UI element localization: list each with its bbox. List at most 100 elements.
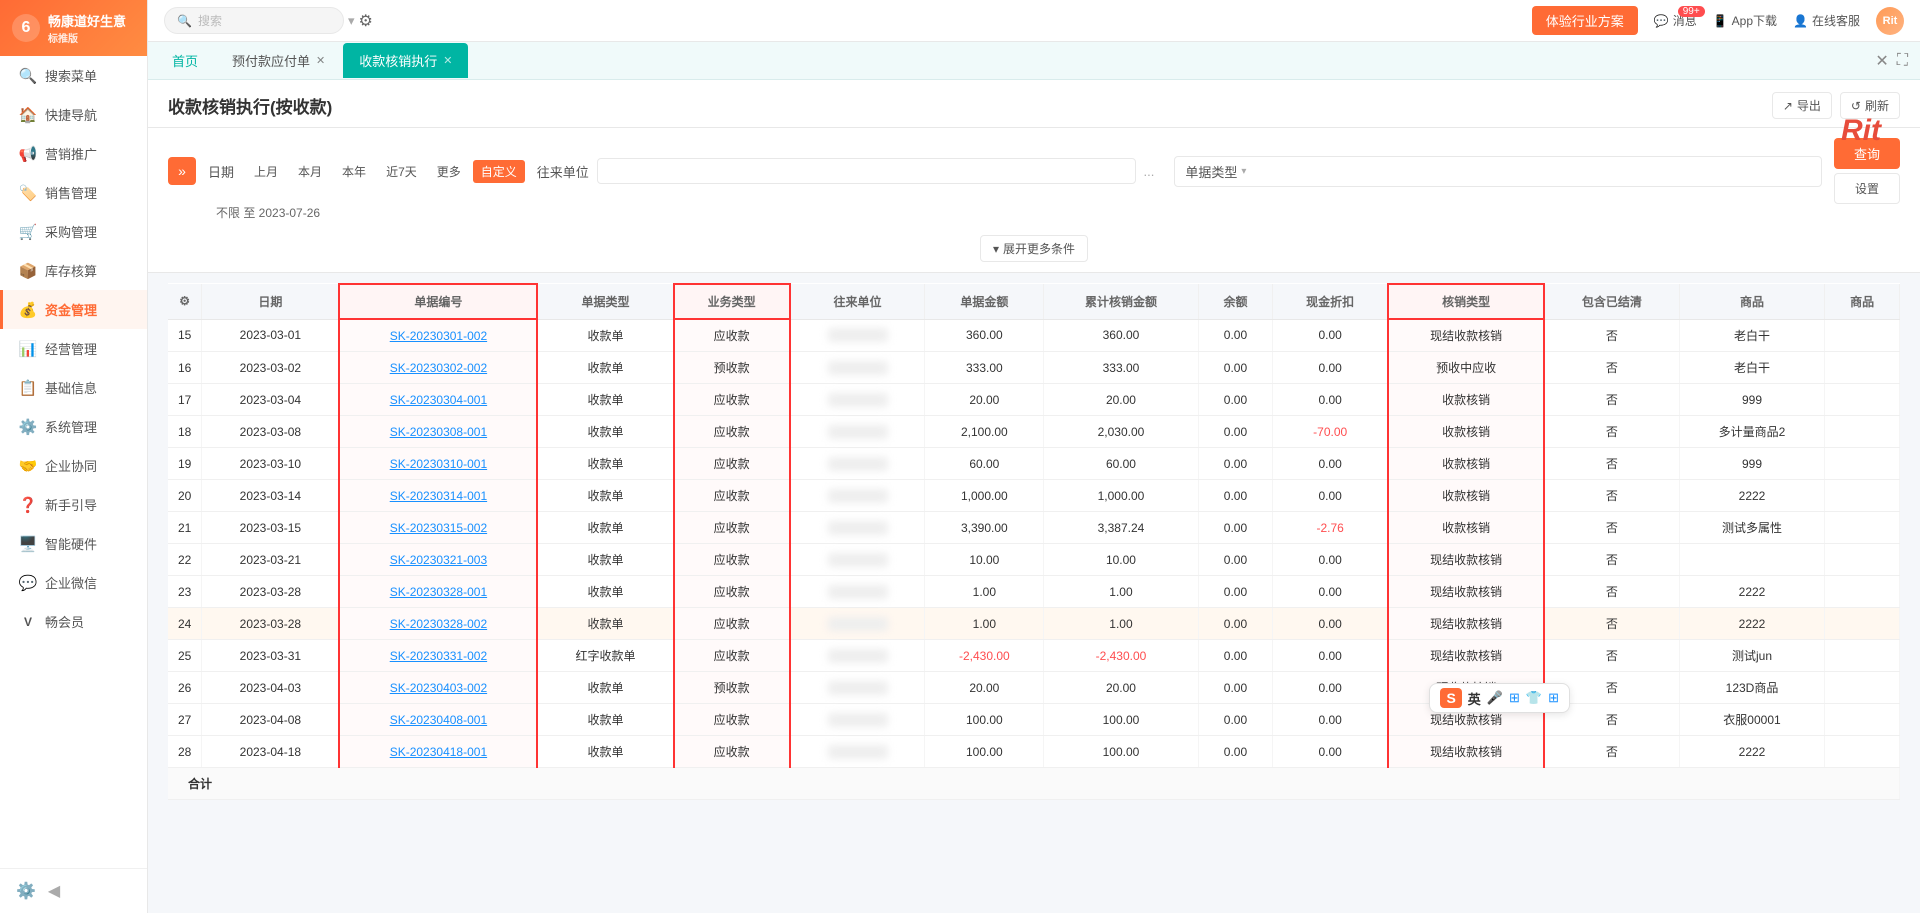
table-row: 18 2023-03-08 SK-20230308-001 收款单 应收款 ██… [168, 416, 1900, 448]
sidebar-item-label: 资金管理 [45, 300, 97, 319]
sidebar-item-basic[interactable]: 📋 基础信息 [0, 368, 147, 407]
sidebar-item-guide[interactable]: ❓ 新手引导 [0, 485, 147, 524]
cell-bill-type: 收款单 [537, 319, 673, 352]
sidebar-item-member[interactable]: V 畅会员 [0, 602, 147, 641]
bill-no-link[interactable]: SK-20230315-002 [390, 521, 487, 535]
collection-tab-close[interactable]: ✕ [443, 54, 452, 67]
cell-bill-type: 收款单 [537, 704, 673, 736]
date-this-month[interactable]: 本月 [290, 160, 330, 183]
settings-bottom-icon[interactable]: ⚙️ [16, 881, 36, 901]
date-7days[interactable]: 近7天 [378, 160, 425, 183]
cell-amount: 1,000.00 [925, 480, 1044, 512]
cell-partner: ██████ [790, 672, 925, 704]
bill-no-link[interactable]: SK-20230403-002 [390, 681, 487, 695]
purchase-icon: 🛒 [19, 223, 37, 241]
table-row: 28 2023-04-18 SK-20230418-001 收款单 应收款 ██… [168, 736, 1900, 768]
solution-button[interactable]: 体验行业方案 [1532, 6, 1638, 35]
sidebar-item-shortcuts[interactable]: 🏠 快捷导航 [0, 95, 147, 134]
date-last-month[interactable]: 上月 [246, 160, 286, 183]
sidebar-item-enterprise[interactable]: 🤝 企业协同 [0, 446, 147, 485]
bill-no-link[interactable]: SK-20230408-001 [390, 713, 487, 727]
cell-include-settled: 否 [1544, 576, 1679, 608]
cell-date: 2023-03-01 [202, 319, 340, 352]
filter-row: » 日期 上月 本月 本年 近7天 更多 自定义 往来单位 ... 单 [168, 138, 1900, 204]
table-wrap[interactable]: ⚙ 日期 单据编号 单据类型 业务类型 往来单位 单据金额 累计核销金额 余额 … [148, 273, 1920, 913]
bill-no-link[interactable]: SK-20230418-001 [390, 745, 487, 759]
sidebar-item-hardware[interactable]: 🖥️ 智能硬件 [0, 524, 147, 563]
bill-no-link[interactable]: SK-20230301-002 [390, 329, 487, 343]
table-footer: 合计 [168, 768, 1900, 800]
prepayment-tab-close[interactable]: ✕ [316, 54, 325, 67]
bill-no-link[interactable]: SK-20230331-002 [390, 649, 487, 663]
sidebar-bottom: ⚙️ ◀ [0, 868, 147, 913]
tabbar-close-icon[interactable]: ✕ [1871, 47, 1892, 75]
online-service-button[interactable]: 👤 在线客服 [1793, 12, 1860, 29]
enterprise-icon: 🤝 [19, 457, 37, 475]
cell-cancel-amount: -2,430.00 [1044, 640, 1198, 672]
bill-no-link[interactable]: SK-20230308-001 [390, 425, 487, 439]
bill-no-link[interactable]: SK-20230302-002 [390, 361, 487, 375]
col-settings-icon[interactable]: ⚙ [179, 294, 190, 308]
date-custom[interactable]: 自定义 [473, 160, 525, 183]
cell-bill-no: SK-20230321-003 [339, 544, 537, 576]
sidebar-item-marketing[interactable]: 📢 营销推广 [0, 134, 147, 173]
cell-bill-no: SK-20230408-001 [339, 704, 537, 736]
tab-prepayment[interactable]: 预付款应付单 ✕ [216, 43, 341, 78]
bill-no-link[interactable]: SK-20230328-002 [390, 617, 487, 631]
brand-mic-icon: 🎤 [1487, 690, 1503, 706]
bill-type-filter[interactable]: 单据类型 ▾ [1174, 156, 1822, 187]
user-avatar[interactable]: Rit [1876, 7, 1904, 35]
bill-no-link[interactable]: SK-20230328-001 [390, 585, 487, 599]
cell-cash-discount: -2.76 [1273, 512, 1388, 544]
sidebar-item-operations[interactable]: 📊 经营管理 [0, 329, 147, 368]
sidebar-item-search[interactable]: 🔍 搜索菜单 [0, 56, 147, 95]
filter-bar: » 日期 上月 本月 本年 近7天 更多 自定义 往来单位 ... 单 [148, 128, 1920, 273]
cell-product2 [1825, 448, 1900, 480]
date-more[interactable]: 更多 [429, 160, 469, 183]
app-download-button[interactable]: 📱 App下载 [1713, 12, 1777, 29]
sidebar-item-wechat[interactable]: 💬 企业微信 [0, 563, 147, 602]
table-row: 16 2023-03-02 SK-20230302-002 收款单 预收款 ██… [168, 352, 1900, 384]
tab-collection[interactable]: 收款核销执行 ✕ [343, 43, 468, 78]
cell-bill-no: SK-20230304-001 [339, 384, 537, 416]
date-this-year[interactable]: 本年 [334, 160, 374, 183]
tab-home[interactable]: 首页 [156, 43, 214, 78]
bill-no-link[interactable]: SK-20230310-001 [390, 457, 487, 471]
sidebar-item-inventory[interactable]: 📦 库存核算 [0, 251, 147, 290]
partner-input[interactable] [597, 158, 1136, 184]
sidebar-item-purchase[interactable]: 🛒 采购管理 [0, 212, 147, 251]
bill-no-link[interactable]: SK-20230304-001 [390, 393, 487, 407]
sidebar-item-system[interactable]: ⚙️ 系统管理 [0, 407, 147, 446]
search-box[interactable]: 🔍 搜索 [164, 7, 344, 34]
tabbar: 首页 预付款应付单 ✕ 收款核销执行 ✕ ✕ ⛶ [148, 42, 1920, 80]
date-range-display: 不限 至 2023-07-26 [216, 204, 1900, 221]
sidebar-item-finance[interactable]: 💰 资金管理 [0, 290, 147, 329]
cell-include-settled: 否 [1544, 640, 1679, 672]
cell-include-settled: 否 [1544, 384, 1679, 416]
data-table: ⚙ 日期 单据编号 单据类型 业务类型 往来单位 单据金额 累计核销金额 余额 … [168, 283, 1900, 800]
cell-bill-no: SK-20230331-002 [339, 640, 537, 672]
sidebar-item-sales[interactable]: 🏷️ 销售管理 [0, 173, 147, 212]
table-row: 20 2023-03-14 SK-20230314-001 收款单 应收款 ██… [168, 480, 1900, 512]
th-balance: 余额 [1198, 284, 1273, 319]
expand-more-button[interactable]: ▾ 展开更多条件 [980, 235, 1088, 262]
cell-product: 999 [1679, 448, 1824, 480]
tabbar-expand-icon[interactable]: ⛶ [1893, 48, 1912, 74]
gear-icon[interactable]: ⚙ [359, 11, 373, 31]
cell-bill-no: SK-20230301-002 [339, 319, 537, 352]
bill-no-link[interactable]: SK-20230321-003 [390, 553, 487, 567]
settings-button[interactable]: 设置 [1834, 173, 1900, 204]
collapse-icon[interactable]: ◀ [48, 881, 60, 901]
table-row: 15 2023-03-01 SK-20230301-002 收款单 应收款 ██… [168, 319, 1900, 352]
cell-balance: 0.00 [1198, 672, 1273, 704]
bill-no-link[interactable]: SK-20230314-001 [390, 489, 487, 503]
cell-amount: -2,430.00 [925, 640, 1044, 672]
cell-product: 2222 [1679, 576, 1824, 608]
th-gear[interactable]: ⚙ [168, 284, 202, 319]
cell-amount: 333.00 [925, 352, 1044, 384]
dropdown-arrow-icon[interactable]: ▾ [348, 13, 355, 29]
filter-toggle-button[interactable]: » [168, 157, 196, 185]
export-button[interactable]: ↗ 导出 [1772, 92, 1832, 119]
cell-cancel-type: 现结收款核销 [1388, 640, 1544, 672]
messages-button[interactable]: 💬 消息 99+ [1654, 12, 1697, 29]
